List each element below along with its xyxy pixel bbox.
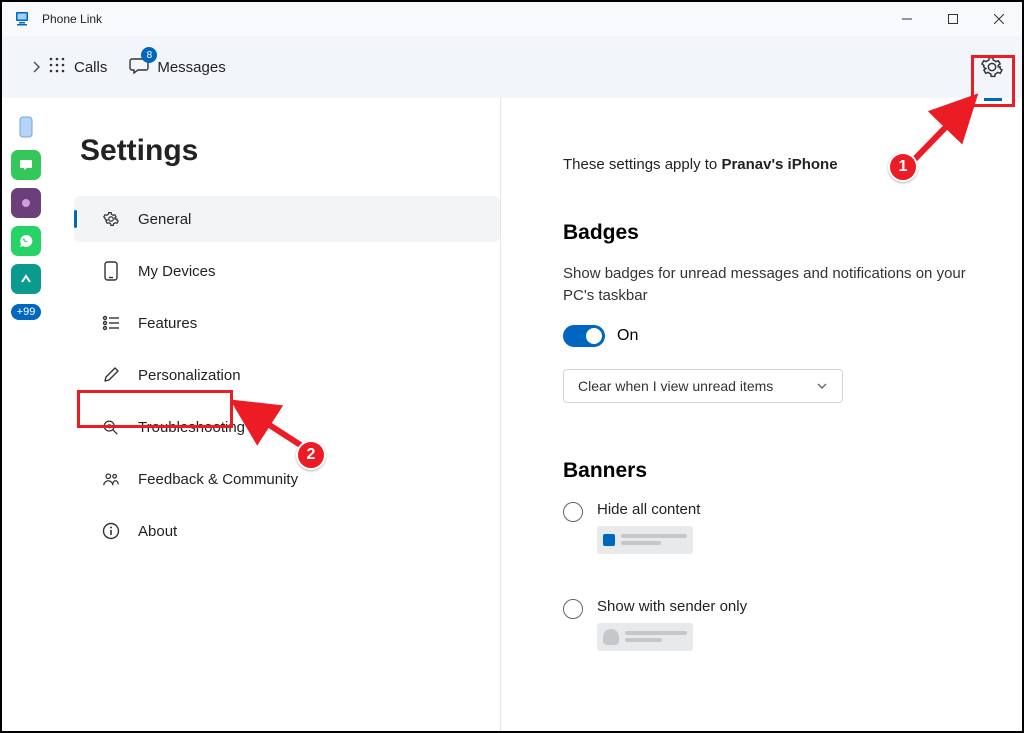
troubleshoot-icon: ? (102, 418, 120, 436)
maximize-button[interactable] (930, 2, 976, 36)
close-button[interactable] (976, 2, 1022, 36)
settings-item-troubleshooting[interactable]: ? Troubleshooting (74, 404, 500, 450)
rail-app-teal-icon[interactable] (11, 264, 41, 294)
settings-item-my-devices[interactable]: My Devices (74, 248, 500, 294)
list-icon (102, 315, 120, 331)
radio-icon (563, 599, 583, 619)
phone-icon (102, 261, 120, 281)
badges-heading: Badges (563, 221, 972, 245)
settings-item-label: Troubleshooting (138, 419, 245, 436)
annotation-step-2: 2 (296, 440, 326, 470)
badges-clear-dropdown[interactable]: Clear when I view unread items (563, 369, 843, 403)
settings-heading: Settings (80, 134, 500, 168)
badges-toggle-state: On (617, 327, 638, 345)
settings-button[interactable] (976, 51, 1008, 83)
device-rail: +99 (2, 98, 50, 731)
dropdown-value: Clear when I view unread items (578, 378, 773, 394)
app-icon (14, 11, 30, 27)
banner-preview-sender (597, 623, 693, 651)
settings-nav: Settings General My Devices Features Per… (50, 98, 500, 731)
settings-item-label: General (138, 211, 191, 228)
settings-item-feedback[interactable]: Feedback & Community (74, 456, 500, 502)
titlebar: Phone Link (2, 2, 1022, 36)
window-title: Phone Link (42, 12, 884, 26)
chat-icon: 8 (129, 55, 149, 79)
settings-item-personalization[interactable]: Personalization (74, 352, 500, 398)
annotation-step-1: 1 (888, 152, 918, 182)
settings-item-general[interactable]: General (74, 196, 500, 242)
settings-item-label: My Devices (138, 263, 216, 280)
toolbar: Calls 8 Messages (2, 36, 1022, 98)
nav-calls-label: Calls (74, 59, 107, 76)
banner-preview-hidden (597, 526, 693, 554)
settings-item-label: Personalization (138, 367, 241, 384)
settings-content: These settings apply to Pranav's iPhone … (501, 98, 1022, 731)
rail-app-purple-icon[interactable] (11, 188, 41, 218)
minimize-button[interactable] (884, 2, 930, 36)
messages-badge: 8 (141, 47, 157, 63)
rail-messages-icon[interactable] (11, 150, 41, 180)
dialpad-icon (48, 56, 66, 78)
option-label: Show with sender only (597, 598, 747, 615)
settings-item-label: Features (138, 315, 197, 332)
gear-icon (981, 56, 1003, 78)
info-icon (102, 522, 120, 540)
banner-option-sender-only[interactable]: Show with sender only (563, 598, 972, 651)
nav-calls[interactable]: Calls (48, 56, 107, 78)
chevron-down-icon (816, 380, 828, 392)
settings-active-indicator (984, 98, 1002, 101)
badges-description: Show badges for unread messages and noti… (563, 263, 972, 307)
settings-item-about[interactable]: About (74, 508, 500, 554)
nav-messages-label: Messages (157, 59, 225, 76)
settings-item-label: Feedback & Community (138, 471, 298, 488)
banners-heading: Banners (563, 459, 972, 483)
nav-messages[interactable]: 8 Messages (129, 55, 225, 79)
rail-overflow-badge[interactable]: +99 (11, 304, 42, 320)
radio-icon (563, 502, 583, 522)
rail-phone-icon[interactable] (11, 112, 41, 142)
settings-item-features[interactable]: Features (74, 300, 500, 346)
badges-toggle[interactable] (563, 325, 605, 347)
gear-icon (102, 210, 120, 228)
option-label: Hide all content (597, 501, 700, 518)
pen-icon (102, 366, 120, 384)
svg-text:?: ? (107, 422, 111, 431)
back-button[interactable] (24, 55, 48, 79)
settings-item-label: About (138, 523, 177, 540)
banner-option-hide-all[interactable]: Hide all content (563, 501, 972, 554)
community-icon (102, 471, 120, 487)
rail-whatsapp-icon[interactable] (11, 226, 41, 256)
